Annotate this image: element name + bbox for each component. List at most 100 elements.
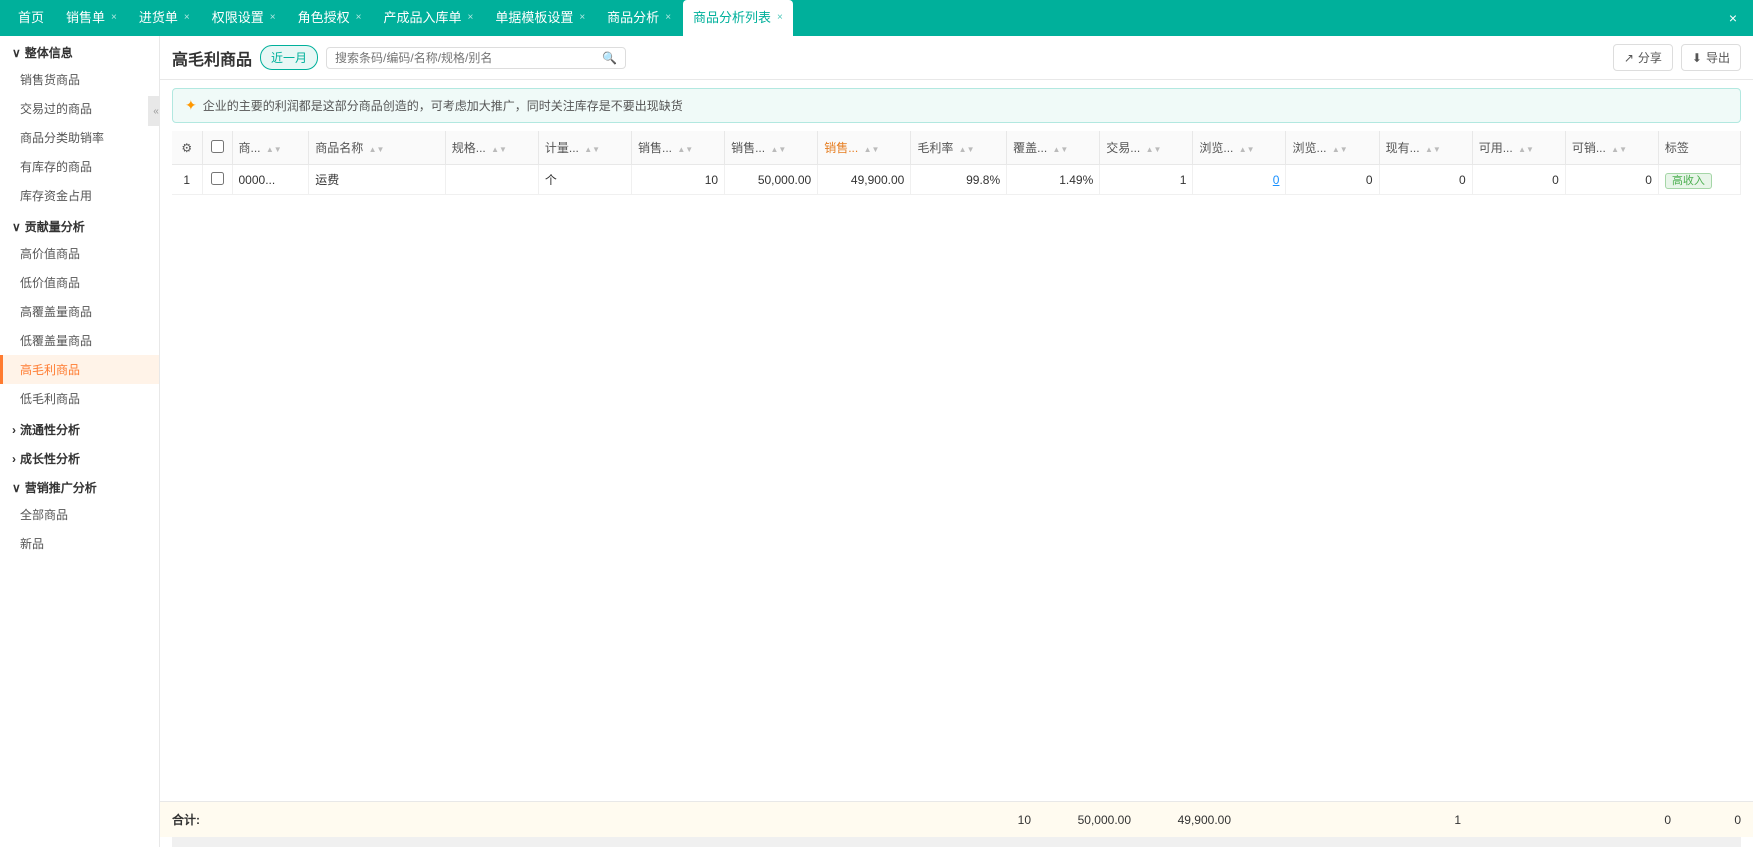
nav-analysis-list[interactable]: 商品分析列表 ×: [683, 0, 793, 36]
row-browse1[interactable]: 0: [1193, 165, 1286, 195]
nav-close-product-in[interactable]: ×: [467, 0, 473, 36]
content-header: 高毛利商品 近一月 🔍 ↗ 分享 ⬇ 导出: [160, 36, 1753, 80]
sidebar-item-all-goods[interactable]: 全部商品: [0, 500, 159, 529]
export-icon: ⬇: [1692, 51, 1702, 65]
sidebar-item-category-sales-rate[interactable]: 商品分类助销率: [0, 123, 159, 152]
col-sales1[interactable]: 销售... ▲▼: [631, 131, 724, 165]
share-button[interactable]: ↗ 分享: [1613, 44, 1673, 71]
nav-purchase-order[interactable]: 进货单 ×: [129, 0, 200, 36]
footer-sales2: 50,000.00: [1041, 813, 1131, 827]
export-button[interactable]: ⬇ 导出: [1681, 44, 1741, 71]
sidebar-item-traded-goods[interactable]: 交易过的商品: [0, 94, 159, 123]
filter-recent-month[interactable]: 近一月: [260, 45, 318, 70]
nav-close-template[interactable]: ×: [579, 0, 585, 36]
sidebar-group-growth[interactable]: › 成长性分析: [0, 442, 159, 471]
nav-role-auth[interactable]: 角色授权 ×: [288, 0, 372, 36]
nav-close-sales-order[interactable]: ×: [111, 0, 117, 36]
sidebar-group-liquidity[interactable]: › 流通性分析: [0, 413, 159, 442]
sidebar-item-high-value[interactable]: 高价值商品: [0, 239, 159, 268]
nav-home[interactable]: 首页: [8, 0, 54, 36]
nav-product-in[interactable]: 产成品入库单 ×: [373, 0, 483, 36]
sort-icon-spec: ▲▼: [491, 146, 507, 154]
footer-stock2: 0: [1671, 813, 1741, 827]
nav-template-settings[interactable]: 单据模板设置 ×: [485, 0, 595, 36]
footer-transaction: 1: [1371, 813, 1461, 827]
search-box: 🔍: [326, 47, 626, 69]
col-name[interactable]: 商品名称 ▲▼: [309, 131, 446, 165]
col-settings[interactable]: ⚙: [172, 131, 202, 165]
col-coverage[interactable]: 覆盖... ▲▼: [1007, 131, 1100, 165]
nav-close-role-auth[interactable]: ×: [356, 0, 362, 36]
col-transaction[interactable]: 交易... ▲▼: [1100, 131, 1193, 165]
table-header-row: ⚙ 商... ▲▼ 商品名称 ▲▼: [172, 131, 1741, 165]
sidebar-item-stocked-goods[interactable]: 有库存的商品: [0, 152, 159, 181]
sort-icon-margin: ▲▼: [959, 146, 975, 154]
row-stock3: 0: [1565, 165, 1658, 195]
row-index: 1: [172, 165, 202, 195]
sidebar-group-overall[interactable]: ∨ 整体信息: [0, 36, 159, 65]
window-close-button[interactable]: ×: [1721, 10, 1745, 26]
col-stock3[interactable]: 可销... ▲▼: [1565, 131, 1658, 165]
row-sales1: 10: [631, 165, 724, 195]
nav-close-analysis-list[interactable]: ×: [777, 0, 783, 36]
row-browse2: 0: [1286, 165, 1379, 195]
nav-sales-order[interactable]: 销售单 ×: [56, 0, 127, 36]
table-wrapper[interactable]: ⚙ 商... ▲▼ 商品名称 ▲▼: [160, 131, 1753, 801]
row-sales3: 49,900.00: [818, 165, 911, 195]
col-sales3[interactable]: 销售... ▲▼: [818, 131, 911, 165]
col-spec[interactable]: 规格... ▲▼: [445, 131, 538, 165]
row-stock1: 0: [1379, 165, 1472, 195]
col-browse1[interactable]: 浏览... ▲▼: [1193, 131, 1286, 165]
select-all-checkbox[interactable]: [211, 140, 224, 153]
table-row: 1 0000... 运费 个 10 50,000.00 49,900.00 99…: [172, 165, 1741, 195]
nav-close-permissions[interactable]: ×: [270, 0, 276, 36]
row-transaction: 1: [1100, 165, 1193, 195]
sidebar-item-sales-goods[interactable]: 销售货商品: [0, 65, 159, 94]
info-icon: ✦: [185, 97, 197, 114]
row-sales2: 50,000.00: [725, 165, 818, 195]
sidebar-item-high-margin[interactable]: 高毛利商品: [0, 355, 159, 384]
nav-close-analysis[interactable]: ×: [665, 0, 671, 36]
search-icon[interactable]: 🔍: [602, 51, 617, 65]
sort-icon-sales1: ▲▼: [677, 146, 693, 154]
footer-bar: 合计: 10 50,000.00 49,900.00 1 0 0: [160, 801, 1753, 837]
row-checkbox[interactable]: [202, 165, 232, 195]
sort-icon-unit: ▲▼: [584, 146, 600, 154]
col-checkbox[interactable]: [202, 131, 232, 165]
page-title: 高毛利商品: [172, 46, 252, 70]
col-code[interactable]: 商... ▲▼: [232, 131, 309, 165]
sidebar-group-contribution[interactable]: ∨ 贡献量分析: [0, 210, 159, 239]
col-stock2[interactable]: 可用... ▲▼: [1472, 131, 1565, 165]
col-browse2[interactable]: 浏览... ▲▼: [1286, 131, 1379, 165]
row-code[interactable]: 0000...: [232, 165, 309, 195]
col-tag[interactable]: 标签: [1658, 131, 1740, 165]
nav-permissions[interactable]: 权限设置 ×: [202, 0, 286, 36]
nav-product-analysis[interactable]: 商品分析 ×: [597, 0, 681, 36]
row-name: 运费: [309, 165, 446, 195]
tag-badge: 高收入: [1665, 173, 1712, 189]
sidebar-item-low-coverage[interactable]: 低覆盖量商品: [0, 326, 159, 355]
footer-label: 合计:: [172, 811, 200, 828]
row-select-checkbox[interactable]: [211, 172, 224, 185]
row-unit: 个: [538, 165, 631, 195]
col-sales2[interactable]: 销售... ▲▼: [725, 131, 818, 165]
info-banner: ✦ 企业的主要的利润都是这部分商品创造的，可考虑加大推广，同时关注库存是不要出现…: [172, 88, 1741, 123]
footer-sales1: 10: [971, 813, 1031, 827]
sort-icon-stock2: ▲▼: [1518, 146, 1534, 154]
sidebar-collapse-button[interactable]: «: [148, 96, 160, 126]
sidebar-item-high-coverage[interactable]: 高覆盖量商品: [0, 297, 159, 326]
col-unit[interactable]: 计量... ▲▼: [538, 131, 631, 165]
sidebar-item-stock-capital[interactable]: 库存资金占用: [0, 181, 159, 210]
sidebar-item-low-value[interactable]: 低价值商品: [0, 268, 159, 297]
sort-icon-stock1: ▲▼: [1425, 146, 1441, 154]
sidebar-item-low-margin[interactable]: 低毛利商品: [0, 384, 159, 413]
nav-close-purchase[interactable]: ×: [184, 0, 190, 36]
sort-icon-browse1: ▲▼: [1239, 146, 1255, 154]
sidebar-group-marketing[interactable]: ∨ 营销推广分析: [0, 471, 159, 500]
sort-icon-code: ▲▼: [266, 146, 282, 154]
sidebar-item-new-goods[interactable]: 新品: [0, 529, 159, 558]
search-input[interactable]: [335, 51, 598, 65]
horizontal-scrollbar[interactable]: [172, 837, 1741, 847]
col-margin[interactable]: 毛利率 ▲▼: [911, 131, 1007, 165]
col-stock1[interactable]: 现有... ▲▼: [1379, 131, 1472, 165]
